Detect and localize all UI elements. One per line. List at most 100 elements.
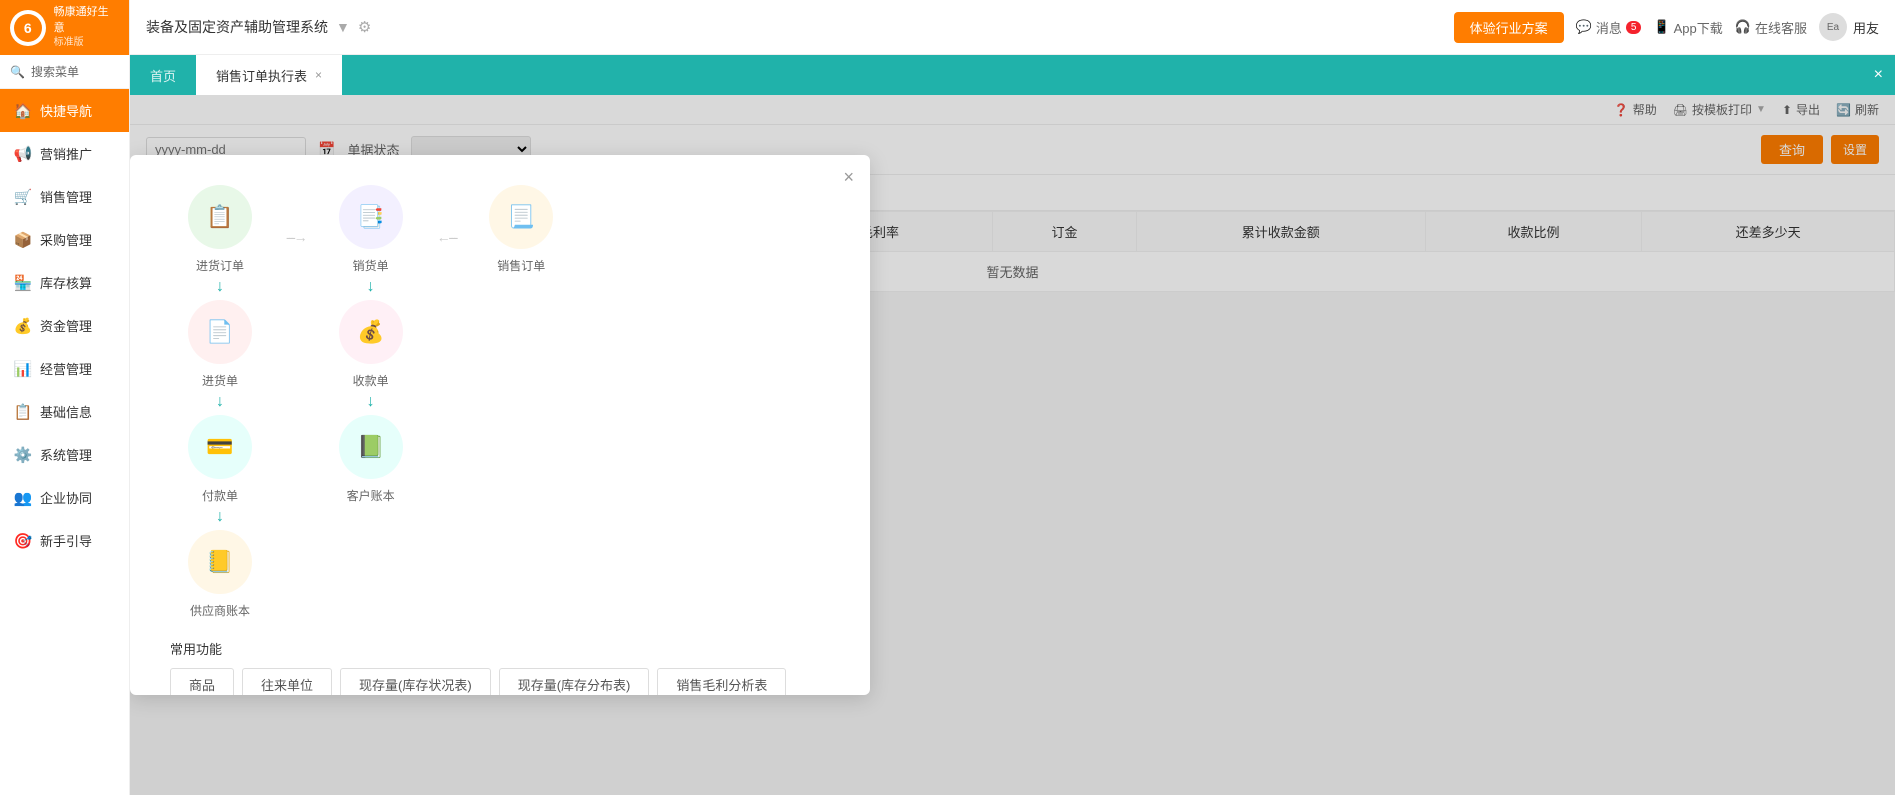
flow-item-customer-account[interactable]: 📗 客户账本 <box>321 415 421 504</box>
logo-icon: 6 <box>10 10 46 46</box>
payment-bill-icon: 💳 <box>188 415 252 479</box>
inventory-icon: 🏪 <box>14 274 32 292</box>
tab-close-icon[interactable]: × <box>315 68 322 82</box>
supplier-account-label: 供应商账本 <box>190 602 250 619</box>
settings-icon[interactable]: ⚙ <box>358 18 371 36</box>
system-icon: ⚙️ <box>14 446 32 464</box>
marketing-icon: 📢 <box>14 145 32 163</box>
common-section: 常用功能 商品 往来单位 现存量(库存状况表) 现存量(库存分布表) 销售毛利分… <box>170 639 830 695</box>
common-btn-product[interactable]: 商品 <box>170 668 234 695</box>
common-btn-stock-status[interactable]: 现存量(库存状况表) <box>340 668 491 695</box>
sales-bill-label: 销货单 <box>353 257 389 274</box>
sidebar: 6 畅康通好生意 标准版 🔍 搜索菜单 🏠 快捷导航 📢 营销推广 🛒 销售管理 <box>0 0 130 795</box>
basic-icon: 📋 <box>14 403 32 421</box>
sidebar-item-basic[interactable]: 📋 基础信息 <box>0 390 129 433</box>
receipt-bill-icon: 💰 <box>339 300 403 364</box>
sidebar-item-sales[interactable]: 🛒 销售管理 <box>0 175 129 218</box>
tab-home-label: 首页 <box>150 66 176 85</box>
finance-icon: 💰 <box>14 317 32 335</box>
content-area: ❓ 帮助 🖨 按模板打印 ▼ ⬆ 导出 🔄 刷新 <box>130 95 1895 795</box>
online-service-btn[interactable]: 🎧 在线客服 <box>1735 18 1807 37</box>
nav-label-guide: 新手引导 <box>40 531 92 550</box>
message-badge: 5 <box>1626 21 1642 34</box>
enterprise-icon: 👥 <box>14 489 32 507</box>
tab-bar-close-btn[interactable]: × <box>1874 66 1883 84</box>
user-name: 用友 <box>1853 18 1879 37</box>
service-label: 在线客服 <box>1755 18 1807 37</box>
purchase-icon: 📦 <box>14 231 32 249</box>
download-icon: 📱 <box>1653 19 1669 35</box>
sales-order-label: 销售订单 <box>497 257 545 274</box>
arrow-down-2: ↓ <box>216 389 224 415</box>
operations-icon: 📊 <box>14 360 32 378</box>
message-icon: 💬 <box>1576 19 1592 35</box>
sidebar-item-enterprise[interactable]: 👥 企业协同 <box>0 476 129 519</box>
tab-sales-order[interactable]: 销售订单执行表 × <box>196 55 342 95</box>
flow-item-purchase-order[interactable]: 📋 进货订单 <box>170 185 270 274</box>
sidebar-item-finance[interactable]: 💰 资金管理 <box>0 304 129 347</box>
arrow-down-3: ↓ <box>216 504 224 530</box>
flow-item-supplier-account[interactable]: 📒 供应商账本 <box>170 530 270 619</box>
sidebar-item-operations[interactable]: 📊 经营管理 <box>0 347 129 390</box>
h-arrow-2: ← - - - <box>437 205 456 269</box>
flow-item-sales-order[interactable]: 📃 销售订单 <box>471 185 571 274</box>
tab-sales-order-label: 销售订单执行表 <box>216 66 307 85</box>
trial-button[interactable]: 体验行业方案 <box>1454 12 1564 43</box>
sidebar-item-purchase[interactable]: 📦 采购管理 <box>0 218 129 261</box>
tab-bar: 首页 销售订单执行表 × × <box>130 55 1895 95</box>
nav-label-finance: 资金管理 <box>40 316 92 335</box>
arrow-down-1: ↓ <box>216 274 224 300</box>
popup-close-btn[interactable]: × <box>843 167 854 188</box>
app-download-btn[interactable]: 📱 App下载 <box>1653 18 1722 37</box>
sales-order-icon: 📃 <box>489 185 553 249</box>
sidebar-item-system[interactable]: ⚙️ 系统管理 <box>0 433 129 476</box>
avatar: Ea <box>1819 13 1847 41</box>
flow-item-payment-bill[interactable]: 💳 付款单 <box>170 415 270 504</box>
home-icon: 🏠 <box>14 102 32 120</box>
customer-account-icon: 📗 <box>339 415 403 479</box>
logo-area: 6 畅康通好生意 标准版 <box>0 0 129 55</box>
nav-label-enterprise: 企业协同 <box>40 488 92 507</box>
arrow-down-5: ↓ <box>367 389 375 415</box>
search-icon: 🔍 <box>10 65 25 79</box>
sales-icon: 🛒 <box>14 188 32 206</box>
overlay[interactable]: × 📋 进货订单 ↓ 📄 进货单 <box>130 95 1895 795</box>
flow-item-purchase-bill[interactable]: 📄 进货单 <box>170 300 270 389</box>
dropdown-icon[interactable]: ▼ <box>336 19 350 35</box>
nav-label-system: 系统管理 <box>40 445 92 464</box>
topbar: 装备及固定资产辅助管理系统 ▼ ⚙ 体验行业方案 💬 消息 5 📱 App下载 … <box>130 0 1895 55</box>
nav-label-basic: 基础信息 <box>40 402 92 421</box>
nav-label-quick-nav: 快捷导航 <box>40 101 92 120</box>
sidebar-nav: 🏠 快捷导航 📢 营销推广 🛒 销售管理 📦 采购管理 🏪 库存核算 💰 <box>0 89 129 795</box>
flow-item-sales-bill[interactable]: 📑 销货单 <box>321 185 421 274</box>
main-area: 装备及固定资产辅助管理系统 ▼ ⚙ 体验行业方案 💬 消息 5 📱 App下载 … <box>130 0 1895 795</box>
common-btn-sales-analysis[interactable]: 销售毛利分析表 <box>657 668 786 695</box>
purchase-order-icon: 📋 <box>188 185 252 249</box>
search-label: 搜索菜单 <box>31 63 79 80</box>
sidebar-item-quick-nav[interactable]: 🏠 快捷导航 <box>0 89 129 132</box>
sidebar-item-marketing[interactable]: 📢 营销推广 <box>0 132 129 175</box>
nav-label-marketing: 营销推广 <box>40 144 92 163</box>
service-icon: 🎧 <box>1735 19 1751 35</box>
popup: × 📋 进货订单 ↓ 📄 进货单 <box>130 155 870 695</box>
nav-label-purchase: 采购管理 <box>40 230 92 249</box>
common-btn-stock-dist[interactable]: 现存量(库存分布表) <box>499 668 650 695</box>
common-btn-partners[interactable]: 往来单位 <box>242 668 332 695</box>
user-area[interactable]: Ea 用友 <box>1819 13 1879 41</box>
guide-icon: 🎯 <box>14 532 32 550</box>
purchase-order-label: 进货订单 <box>196 257 244 274</box>
logo-text: 畅康通好生意 标准版 <box>54 5 119 50</box>
supplier-account-icon: 📒 <box>188 530 252 594</box>
tab-home[interactable]: 首页 <box>130 55 196 95</box>
sidebar-item-inventory[interactable]: 🏪 库存核算 <box>0 261 129 304</box>
sales-bill-icon: 📑 <box>339 185 403 249</box>
common-title: 常用功能 <box>170 639 830 658</box>
sidebar-item-guide[interactable]: 🎯 新手引导 <box>0 519 129 562</box>
customer-account-label: 客户账本 <box>347 487 395 504</box>
message-btn[interactable]: 💬 消息 5 <box>1576 18 1642 37</box>
arrow-down-4: ↓ <box>367 274 375 300</box>
receipt-bill-label: 收款单 <box>353 372 389 389</box>
flow-item-receipt-bill[interactable]: 💰 收款单 <box>321 300 421 389</box>
system-title-area: 装备及固定资产辅助管理系统 ▼ ⚙ <box>146 17 1442 37</box>
sidebar-search[interactable]: 🔍 搜索菜单 <box>0 55 129 89</box>
